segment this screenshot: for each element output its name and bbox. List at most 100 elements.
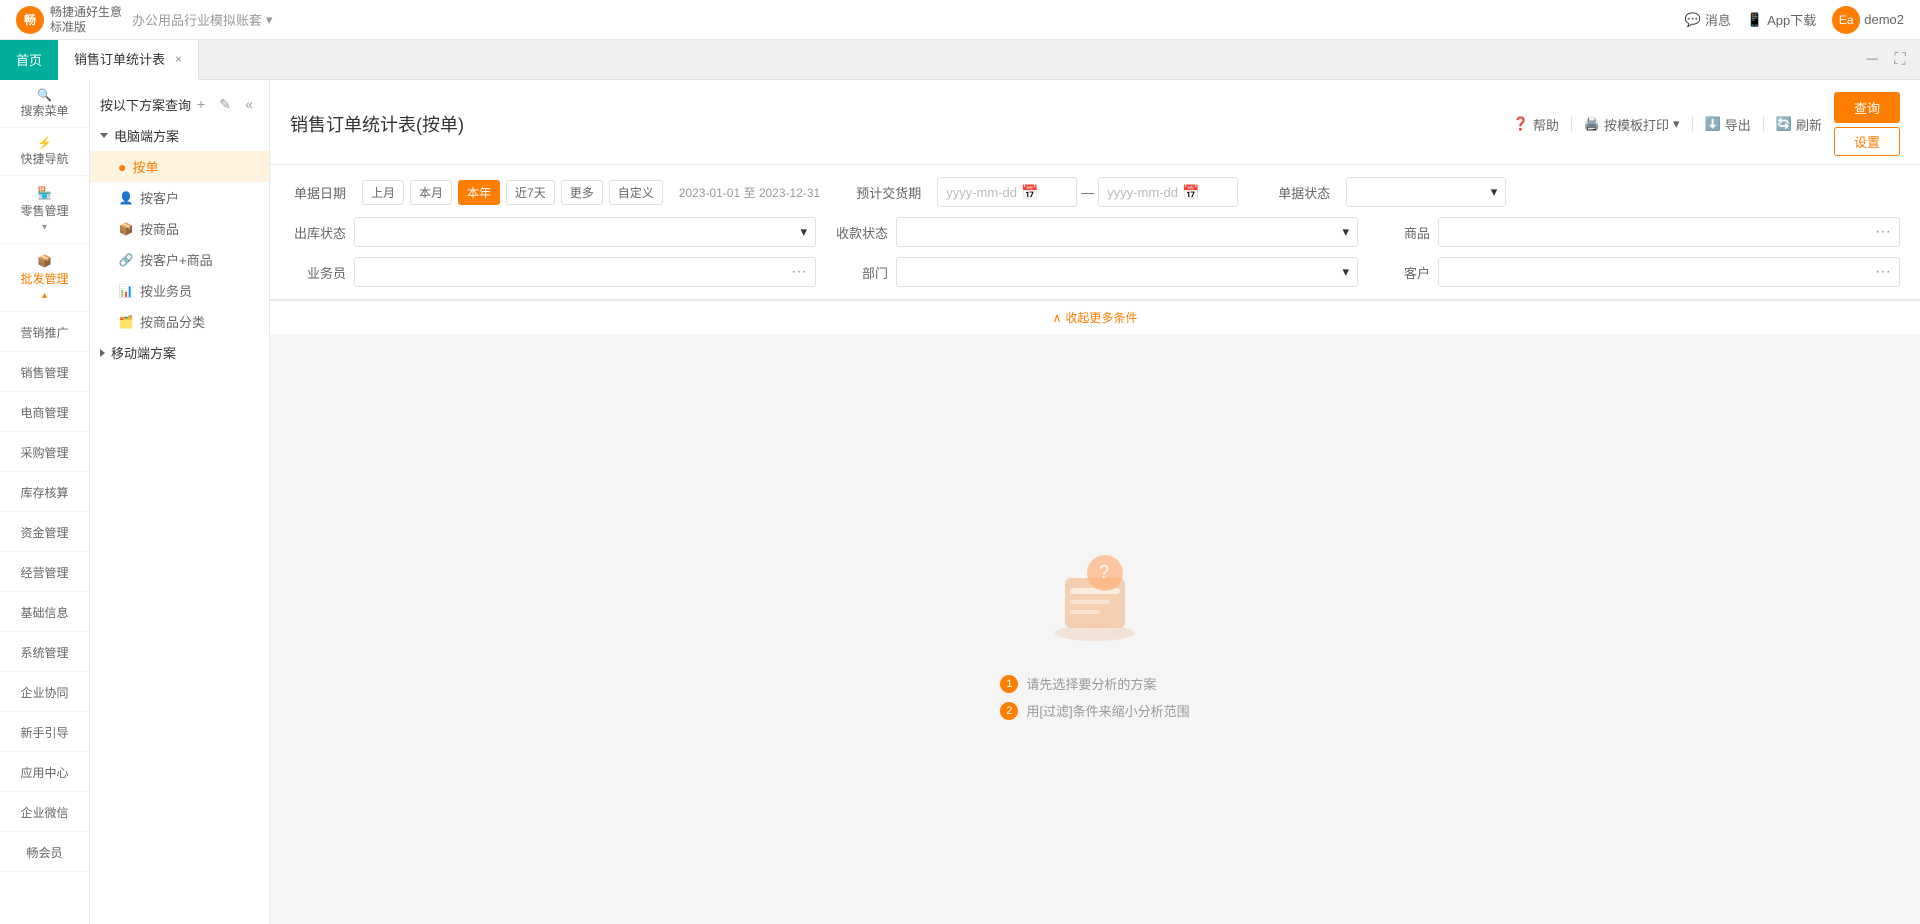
expected-delivery-label: 预计交货期 bbox=[856, 183, 921, 202]
add-scheme-button[interactable]: + bbox=[191, 94, 211, 114]
divider bbox=[1571, 116, 1572, 132]
tree-item-by-order[interactable]: ● 按单 bbox=[90, 151, 269, 182]
help-button[interactable]: ❓ 帮助 bbox=[1513, 115, 1559, 134]
expected-delivery-start[interactable]: yyyy-mm-dd 📅 bbox=[937, 177, 1077, 207]
calendar-end-icon: 📅 bbox=[1182, 184, 1199, 201]
collapse-icon: ∧ bbox=[1053, 311, 1062, 325]
tree-expand-icon bbox=[100, 133, 108, 138]
doc-status-label: 单据状态 bbox=[1274, 183, 1330, 202]
sidebar-item-retail[interactable]: 🏪 零售管理 ▾ bbox=[0, 176, 89, 244]
sidebar-item-purchase[interactable]: 采购管理 bbox=[0, 432, 89, 472]
main-layout: 🔍 搜索菜单 ⚡ 快捷导航 🏪 零售管理 ▾ 📦 批发管理 ▴ 营销推广 销售管… bbox=[0, 80, 1920, 924]
content-area: 销售订单统计表(按单) ❓ 帮助 🖨️ 按模板打印 ▾ ⬇️ 导出 bbox=[270, 80, 1920, 924]
sidebar-item-ecommerce[interactable]: 电商管理 bbox=[0, 392, 89, 432]
customer-goods-scheme-icon: 🔗 bbox=[118, 252, 134, 268]
refresh-icon: 🔄 bbox=[1776, 116, 1792, 132]
sidebar-item-operation[interactable]: 经营管理 bbox=[0, 552, 89, 592]
tree-collapse-icon bbox=[100, 349, 105, 357]
quick-nav-button[interactable]: ⚡ 快捷导航 bbox=[0, 128, 89, 176]
sidebar-item-app-center[interactable]: 应用中心 bbox=[0, 752, 89, 792]
sidebar-item-system[interactable]: 系统管理 bbox=[0, 632, 89, 672]
user-avatar[interactable]: Ea demo2 bbox=[1832, 6, 1904, 34]
salesperson-label: 业务员 bbox=[290, 263, 346, 282]
filter-row-3: 业务员 ··· 部门 ▾ 客户 bbox=[290, 257, 1900, 287]
wholesale-expand-icon: ▴ bbox=[42, 290, 47, 301]
tree-item-by-goods-category[interactable]: 🗂️ 按商品分类 bbox=[90, 306, 269, 337]
tab-close-icon[interactable]: × bbox=[175, 52, 182, 66]
tree-item-by-customer[interactable]: 👤 按客户 bbox=[90, 182, 269, 213]
salesperson-scheme-icon: 📊 bbox=[118, 283, 134, 299]
sidebar-item-wholesale[interactable]: 📦 批发管理 ▴ bbox=[0, 244, 89, 312]
date-label: 单据日期 bbox=[290, 183, 346, 202]
preset-this-year[interactable]: 本年 bbox=[458, 180, 500, 205]
receipt-status-chevron-icon: ▾ bbox=[1342, 224, 1349, 240]
out-status-label: 出库状态 bbox=[290, 223, 346, 242]
edit-scheme-button[interactable]: ✎ bbox=[215, 94, 235, 114]
query-settings-group: 查询 设置 bbox=[1834, 92, 1900, 156]
sidebar-item-newbie[interactable]: 新手引导 bbox=[0, 712, 89, 752]
collapse-bar[interactable]: ∧ 收起更多条件 bbox=[270, 300, 1920, 334]
sidebar-item-inventory[interactable]: 库存核算 bbox=[0, 472, 89, 512]
tree-group-desktop-header[interactable]: 电脑端方案 bbox=[90, 120, 269, 151]
out-status-select[interactable]: ▾ bbox=[354, 217, 816, 247]
preset-7days[interactable]: 近7天 bbox=[506, 180, 555, 205]
sidebar-item-finance[interactable]: 资金管理 bbox=[0, 512, 89, 552]
app-icon: 📱 bbox=[1747, 12, 1763, 28]
tab-maximize-button[interactable]: ⛶ bbox=[1888, 48, 1912, 72]
goods-scheme-icon: 📦 bbox=[118, 221, 134, 237]
out-status-chevron-icon: ▾ bbox=[800, 224, 807, 240]
tab-bar-actions: ─ ⛶ bbox=[1860, 48, 1920, 72]
empty-hints: 1 请先选择要分析的方案 2 用[过滤]条件来缩小分析范围 bbox=[1000, 674, 1189, 720]
search-menu-button[interactable]: 🔍 搜索菜单 bbox=[0, 80, 89, 128]
preset-this-month[interactable]: 本月 bbox=[410, 180, 452, 205]
sidebar-item-enterprise-wechat[interactable]: 企业微信 bbox=[0, 792, 89, 832]
left-panel-header: 按以下方案查询 + ✎ « bbox=[90, 88, 269, 120]
query-button[interactable]: 查询 bbox=[1834, 92, 1900, 123]
preset-more[interactable]: 更多 bbox=[561, 180, 603, 205]
date-separator: — bbox=[1081, 185, 1094, 200]
message-button[interactable]: 💬 消息 bbox=[1685, 10, 1731, 29]
active-scheme-icon: ● bbox=[118, 159, 126, 175]
customer-select[interactable]: ··· bbox=[1438, 257, 1900, 287]
goods-col: 商品 ··· bbox=[1374, 217, 1900, 247]
dept-select[interactable]: ▾ bbox=[896, 257, 1358, 287]
receipt-status-select[interactable]: ▾ bbox=[896, 217, 1358, 247]
breadcrumb-chevron-icon: ▾ bbox=[266, 12, 273, 28]
tab-sales-statistics[interactable]: 销售订单统计表 × bbox=[58, 40, 199, 80]
app-download-button[interactable]: 📱 App下载 bbox=[1747, 10, 1816, 29]
sidebar-item-member[interactable]: 畅会员 bbox=[0, 832, 89, 872]
page-title: 销售订单统计表(按单) bbox=[290, 111, 464, 137]
collapse-panel-button[interactable]: « bbox=[239, 94, 259, 114]
breadcrumb[interactable]: 办公用品行业模拟账套 ▾ bbox=[132, 10, 273, 29]
salesperson-select[interactable]: ··· bbox=[354, 257, 816, 287]
settings-button[interactable]: 设置 bbox=[1834, 127, 1900, 156]
goods-select[interactable]: ··· bbox=[1438, 217, 1900, 247]
expected-delivery-end[interactable]: yyyy-mm-dd 📅 bbox=[1098, 177, 1238, 207]
sidebar-item-sales[interactable]: 销售管理 bbox=[0, 352, 89, 392]
retail-icon: 🏪 bbox=[0, 186, 89, 200]
sidebar-item-enterprise-collab[interactable]: 企业协同 bbox=[0, 672, 89, 712]
tree-group-mobile: 移动端方案 bbox=[90, 337, 269, 368]
tree-item-by-salesperson[interactable]: 📊 按业务员 bbox=[90, 275, 269, 306]
filter-area: 单据日期 上月 本月 本年 近7天 更多 自定义 2023-01-01 至 20… bbox=[270, 165, 1920, 300]
preset-custom[interactable]: 自定义 bbox=[609, 180, 663, 205]
tree-item-by-goods[interactable]: 📦 按商品 bbox=[90, 213, 269, 244]
print-button[interactable]: 🖨️ 按模板打印 ▾ bbox=[1584, 115, 1680, 134]
export-button[interactable]: ⬇️ 导出 bbox=[1705, 115, 1751, 134]
tree-item-by-customer-goods[interactable]: 🔗 按客户+商品 bbox=[90, 244, 269, 275]
logo-text: 畅捷通好生意 标准版 bbox=[50, 5, 122, 34]
sidebar-item-basic-info[interactable]: 基础信息 bbox=[0, 592, 89, 632]
tab-minimize-button[interactable]: ─ bbox=[1860, 48, 1884, 72]
salesperson-more-icon: ··· bbox=[791, 263, 807, 281]
receipt-status-label: 收款状态 bbox=[832, 223, 888, 242]
tree-group-mobile-header[interactable]: 移动端方案 bbox=[90, 337, 269, 368]
preset-last-month[interactable]: 上月 bbox=[362, 180, 404, 205]
date-preset-group: 上月 本月 本年 近7天 更多 自定义 bbox=[362, 180, 663, 205]
retail-expand-icon: ▾ bbox=[42, 222, 47, 233]
refresh-button[interactable]: 🔄 刷新 bbox=[1776, 115, 1822, 134]
help-icon: ❓ bbox=[1513, 116, 1529, 132]
sidebar-item-marketing[interactable]: 营销推广 bbox=[0, 312, 89, 352]
tab-home[interactable]: 首页 bbox=[0, 40, 58, 80]
message-icon: 💬 bbox=[1685, 12, 1701, 28]
doc-status-select[interactable]: ▾ bbox=[1346, 177, 1506, 207]
